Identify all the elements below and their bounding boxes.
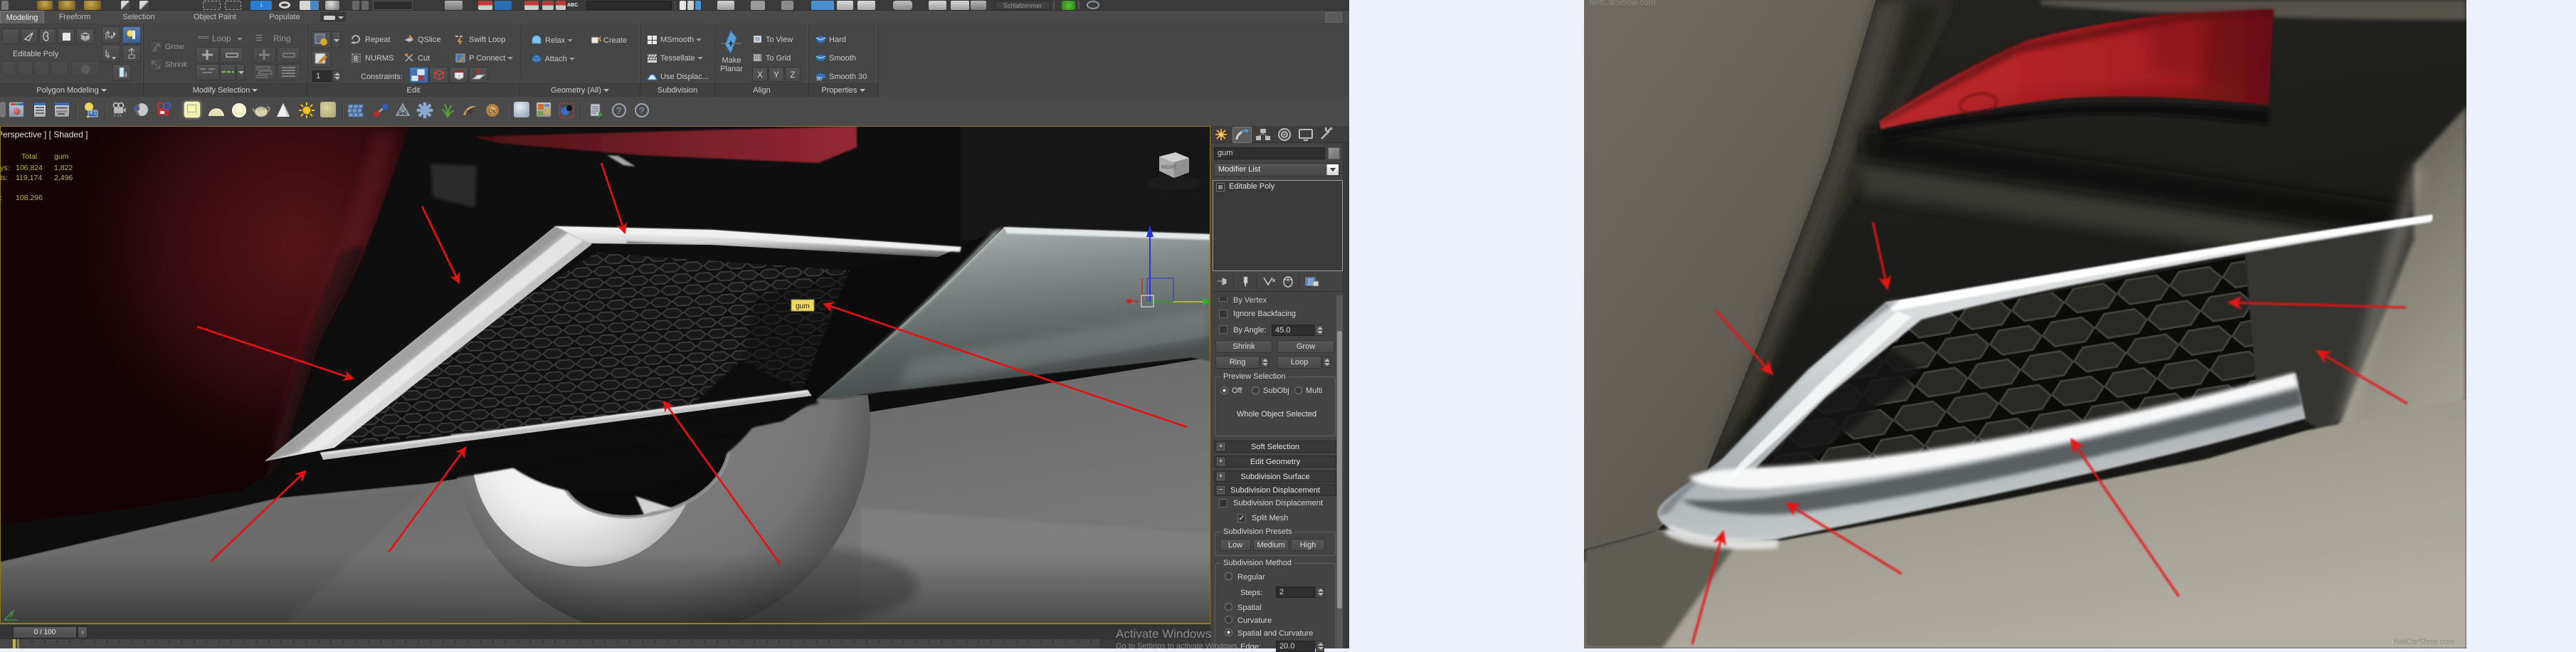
svg-text:RIGHT: RIGHT: [1161, 165, 1178, 170]
svg-text:NetCarShow.com: NetCarShow.com: [1589, 0, 1655, 7]
svg-text:106,824: 106,824: [16, 164, 43, 172]
svg-text:2,496: 2,496: [54, 174, 73, 182]
svg-text:NetCarShow.com: NetCarShow.com: [2394, 638, 2455, 646]
svg-text:gum: gum: [796, 303, 809, 310]
svg-text:ts:: ts:: [0, 174, 8, 182]
svg-text:30: 30: [816, 77, 822, 81]
svg-text:1,822: 1,822: [54, 164, 73, 172]
svg-text:Perspective ] [ Shaded ]: Perspective ] [ Shaded ]: [0, 130, 88, 140]
svg-text:119,174: 119,174: [16, 174, 42, 182]
svg-text:?: ?: [639, 105, 644, 116]
svg-text:?: ?: [616, 105, 621, 116]
svg-text:HF: HF: [466, 109, 474, 115]
svg-text:108.296: 108.296: [16, 194, 43, 202]
svg-text:gum: gum: [54, 152, 69, 161]
svg-text:Total: Total: [21, 152, 37, 161]
svg-text:0x: 0x: [489, 107, 496, 115]
svg-text:ys:: ys:: [0, 164, 9, 172]
